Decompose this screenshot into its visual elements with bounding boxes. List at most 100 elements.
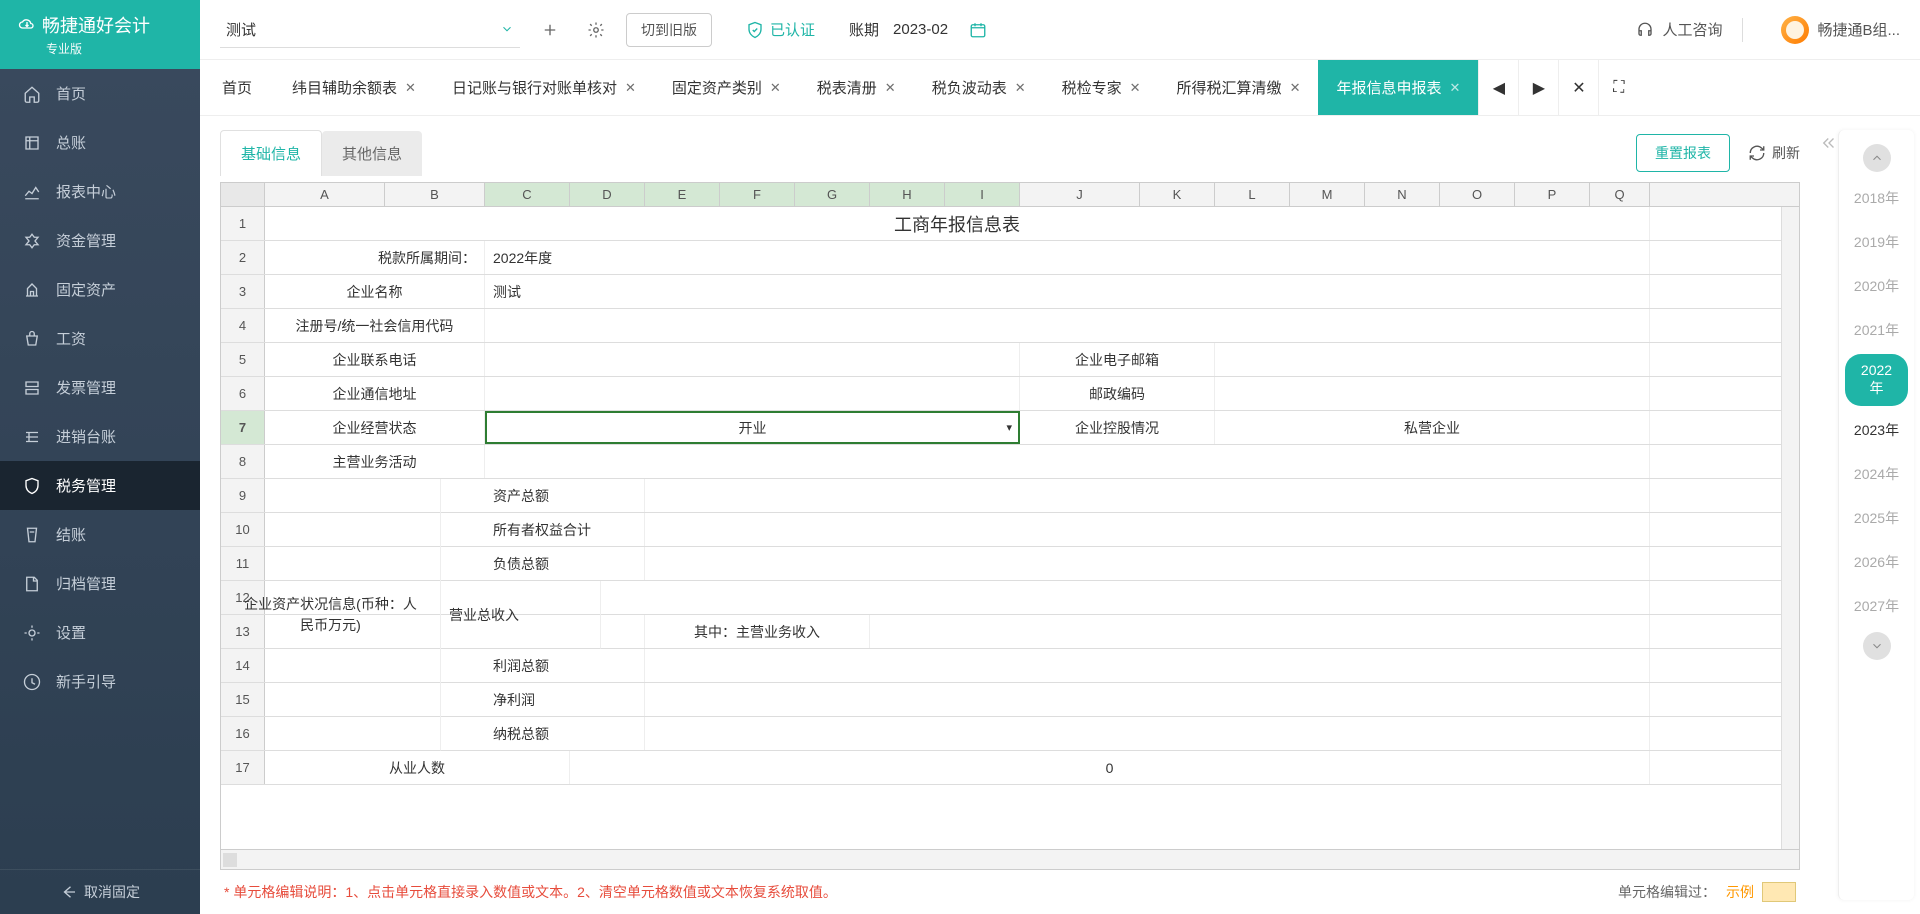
nav-item-10[interactable]: 归档管理	[0, 559, 200, 608]
year-option[interactable]: 2019年	[1839, 220, 1914, 264]
year-option[interactable]: 2021年	[1839, 308, 1914, 352]
year-up[interactable]	[1863, 144, 1891, 172]
tab-8[interactable]: 年报信息申报表✕	[1318, 60, 1478, 115]
row-header[interactable]: 17	[221, 751, 265, 784]
field-value[interactable]	[1215, 343, 1650, 376]
nav-item-9[interactable]: 结账	[0, 510, 200, 559]
col-header[interactable]: C	[485, 183, 570, 206]
field-value[interactable]: 0	[570, 751, 1650, 784]
col-header[interactable]: M	[1290, 183, 1365, 206]
col-header[interactable]: Q	[1590, 183, 1650, 206]
row-header[interactable]: 2	[221, 241, 265, 274]
field-value[interactable]	[485, 445, 1650, 478]
scrollbar-horizontal[interactable]	[221, 849, 1799, 869]
settings-button[interactable]	[580, 14, 612, 46]
field-value[interactable]: 测试	[485, 275, 1650, 308]
calendar-button[interactable]	[962, 14, 994, 46]
col-header[interactable]: I	[945, 183, 1020, 206]
nav-item-5[interactable]: 工资	[0, 314, 200, 363]
year-option[interactable]: 2023年	[1839, 408, 1914, 452]
spreadsheet[interactable]: ABCDEFGHIJKLMNOPQ 1工商年报信息表2税款所属期间：2022年度…	[220, 182, 1800, 870]
col-header[interactable]: O	[1440, 183, 1515, 206]
col-header[interactable]: L	[1215, 183, 1290, 206]
reset-button[interactable]: 重置报表	[1636, 134, 1730, 172]
nav-item-3[interactable]: 资金管理	[0, 216, 200, 265]
year-option[interactable]: 2020年	[1839, 264, 1914, 308]
tab-5[interactable]: 税负波动表✕	[914, 60, 1044, 115]
close-icon[interactable]: ✕	[885, 80, 896, 96]
year-option[interactable]: 2027年	[1839, 584, 1914, 628]
tab-0[interactable]: 首页	[200, 60, 274, 115]
tab-close-all[interactable]: ✕	[1558, 60, 1598, 115]
close-icon[interactable]: ✕	[625, 80, 636, 96]
nav-item-4[interactable]: 固定资产	[0, 265, 200, 314]
tab-6[interactable]: 税检专家✕	[1044, 60, 1159, 115]
close-icon[interactable]: ✕	[1290, 80, 1301, 96]
tab-3[interactable]: 固定资产类别✕	[654, 60, 799, 115]
nav-item-12[interactable]: 新手引导	[0, 657, 200, 706]
field-value[interactable]	[485, 343, 1020, 376]
org-select[interactable]: 测试	[220, 12, 520, 48]
col-header[interactable]: H	[870, 183, 945, 206]
add-button[interactable]	[534, 14, 566, 46]
subtab-basic[interactable]: 基础信息	[220, 130, 322, 176]
nav-item-7[interactable]: 进销台账	[0, 412, 200, 461]
user-menu[interactable]: 畅捷通B组...	[1781, 16, 1900, 44]
row-header[interactable]: 3	[221, 275, 265, 308]
row-header[interactable]: 7	[221, 411, 265, 444]
tab-4[interactable]: 税表清册✕	[799, 60, 914, 115]
old-version-button[interactable]: 切到旧版	[626, 13, 712, 47]
col-header[interactable]: P	[1515, 183, 1590, 206]
nav-item-8[interactable]: 税务管理	[0, 461, 200, 510]
col-header[interactable]: J	[1020, 183, 1140, 206]
row-header[interactable]: 8	[221, 445, 265, 478]
row-header[interactable]: 6	[221, 377, 265, 410]
year-down[interactable]	[1863, 632, 1891, 660]
nav-item-6[interactable]: 发票管理	[0, 363, 200, 412]
close-icon[interactable]: ✕	[1015, 80, 1026, 96]
select-all-corner[interactable]	[221, 183, 265, 206]
year-option[interactable]: 2022年	[1845, 354, 1908, 406]
collapse-handle[interactable]	[1820, 116, 1838, 914]
field-value[interactable]	[485, 309, 1650, 342]
col-header[interactable]: K	[1140, 183, 1215, 206]
tab-next[interactable]: ▶	[1518, 60, 1558, 115]
field-value[interactable]: 开业	[485, 411, 1020, 444]
field-value[interactable]	[485, 377, 1020, 410]
refresh-button[interactable]: 刷新	[1748, 143, 1800, 163]
tab-7[interactable]: 所得税汇算清缴✕	[1159, 60, 1319, 115]
close-icon[interactable]: ✕	[405, 80, 416, 96]
nav-item-2[interactable]: 报表中心	[0, 167, 200, 216]
close-icon[interactable]: ✕	[1449, 80, 1460, 96]
tab-1[interactable]: 纬目辅助余额表✕	[274, 60, 434, 115]
col-header[interactable]: N	[1365, 183, 1440, 206]
year-option[interactable]: 2024年	[1839, 452, 1914, 496]
col-header[interactable]: F	[720, 183, 795, 206]
row-header[interactable]: 4	[221, 309, 265, 342]
col-header[interactable]: E	[645, 183, 720, 206]
unpin-button[interactable]: 取消固定	[0, 869, 200, 914]
support-button[interactable]: 人工咨询	[1636, 19, 1722, 40]
row-header[interactable]: 1	[221, 207, 265, 240]
subtab-other[interactable]: 其他信息	[322, 131, 422, 176]
tab-fullscreen[interactable]: ⛶	[1598, 60, 1638, 115]
scrollbar-vertical[interactable]	[1781, 207, 1799, 849]
field-value[interactable]	[1215, 377, 1650, 410]
col-header[interactable]: B	[385, 183, 485, 206]
col-header[interactable]: A	[265, 183, 385, 206]
nav-item-1[interactable]: 总账	[0, 118, 200, 167]
year-option[interactable]: 2025年	[1839, 496, 1914, 540]
year-option[interactable]: 2026年	[1839, 540, 1914, 584]
close-icon[interactable]: ✕	[770, 80, 781, 96]
row-header[interactable]: 5	[221, 343, 265, 376]
tab-2[interactable]: 日记账与银行对账单核对✕	[434, 60, 654, 115]
nav-item-11[interactable]: 设置	[0, 608, 200, 657]
field-value[interactable]: 私营企业	[1215, 411, 1650, 444]
close-icon[interactable]: ✕	[1130, 80, 1141, 96]
tab-prev[interactable]: ◀	[1478, 60, 1518, 115]
col-header[interactable]: G	[795, 183, 870, 206]
col-header[interactable]: D	[570, 183, 645, 206]
nav-item-0[interactable]: 首页	[0, 69, 200, 118]
field-value[interactable]: 2022年度	[485, 241, 1650, 274]
year-option[interactable]: 2018年	[1839, 176, 1914, 220]
